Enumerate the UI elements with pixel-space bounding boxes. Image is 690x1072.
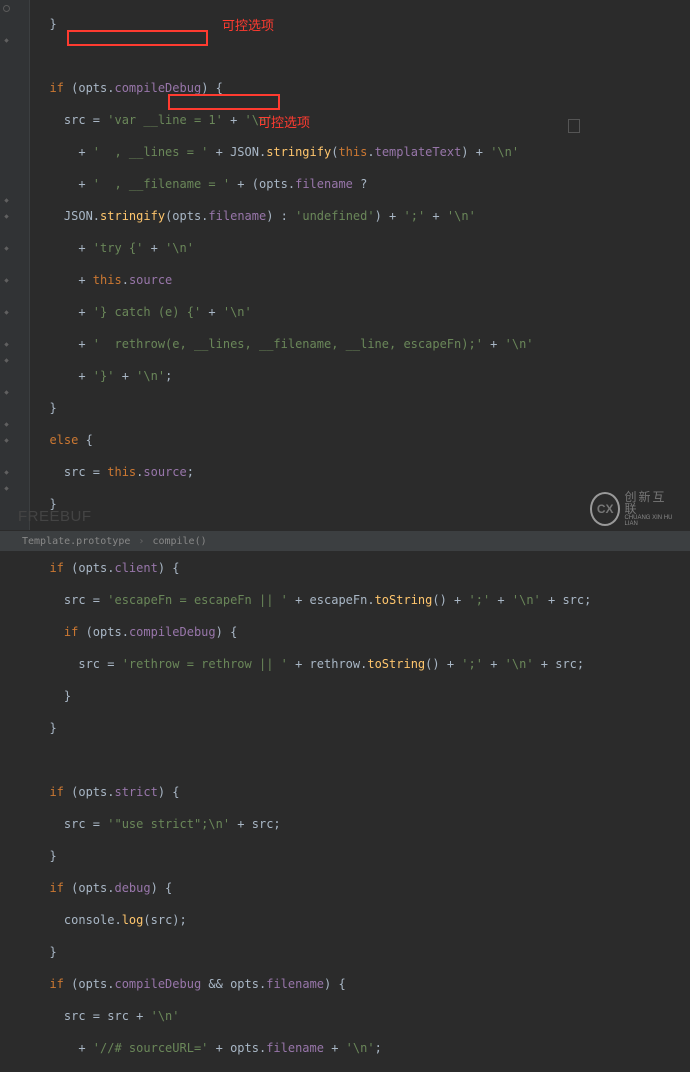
code-line: + '} catch (e) {' + '\n' — [35, 304, 591, 320]
code-line: + this.source — [35, 272, 591, 288]
code-line: src = 'rethrow = rethrow || ' + rethrow.… — [35, 656, 591, 672]
code-line: src = this.source; — [35, 464, 591, 480]
brand-logo: CX 创新互联 CHUANG XIN HU LIAN — [590, 489, 680, 529]
code-line: + ' rethrow(e, __lines, __filename, __li… — [35, 336, 591, 352]
code-line: src = 'escapeFn = escapeFn || ' + escape… — [35, 592, 591, 608]
brand-name-en: CHUANG XIN HU LIAN — [624, 515, 680, 527]
code-line: } — [35, 496, 591, 512]
code-line: } — [35, 720, 591, 736]
code-line: if (opts.compileDebug) { — [35, 624, 591, 640]
code-line: } — [35, 16, 591, 32]
code-line: + ' , __filename = ' + (opts.filename ? — [35, 176, 591, 192]
editor-gutter — [0, 0, 30, 530]
code-line: if (opts.strict) { — [35, 784, 591, 800]
code-line: src = 'var __line = 1' + '\n' — [35, 112, 591, 128]
code-line: + '//# sourceURL=' + opts.filename + '\n… — [35, 1040, 591, 1056]
code-line: src = '"use strict";\n' + src; — [35, 816, 591, 832]
code-line: src = src + '\n' — [35, 1008, 591, 1024]
code-line: JSON.stringify(opts.filename) : 'undefin… — [35, 208, 591, 224]
code-line: console.log(src); — [35, 912, 591, 928]
watermark-text: FREEBUF — [18, 509, 92, 525]
code-line: + '}' + '\n'; — [35, 368, 591, 384]
code-line: } — [35, 944, 591, 960]
unknown-marker-icon — [568, 119, 580, 133]
code-line: if (opts.debug) { — [35, 880, 591, 896]
code-line: if (opts.client) { — [35, 560, 591, 576]
code-line — [35, 752, 591, 768]
code-line: + ' , __lines = ' + JSON.stringify(this.… — [35, 144, 591, 160]
code-line: } — [35, 688, 591, 704]
code-line: if (opts.compileDebug) { — [35, 80, 591, 96]
breadcrumb-item[interactable]: Template.prototype — [22, 536, 130, 547]
code-line: if (opts.compileDebug && opts.filename) … — [35, 976, 591, 992]
breadcrumb-bar[interactable]: Template.prototype › compile() — [0, 530, 690, 551]
breadcrumb-item[interactable]: compile() — [152, 536, 206, 547]
brand-mark-icon: CX — [590, 492, 620, 526]
code-line: + 'try {' + '\n' — [35, 240, 591, 256]
brand-name-cn: 创新互联 — [624, 491, 680, 515]
code-line: } — [35, 848, 591, 864]
code-line — [35, 48, 591, 64]
code-line: else { — [35, 432, 591, 448]
chevron-right-icon: › — [138, 536, 144, 547]
code-line: } — [35, 400, 591, 416]
